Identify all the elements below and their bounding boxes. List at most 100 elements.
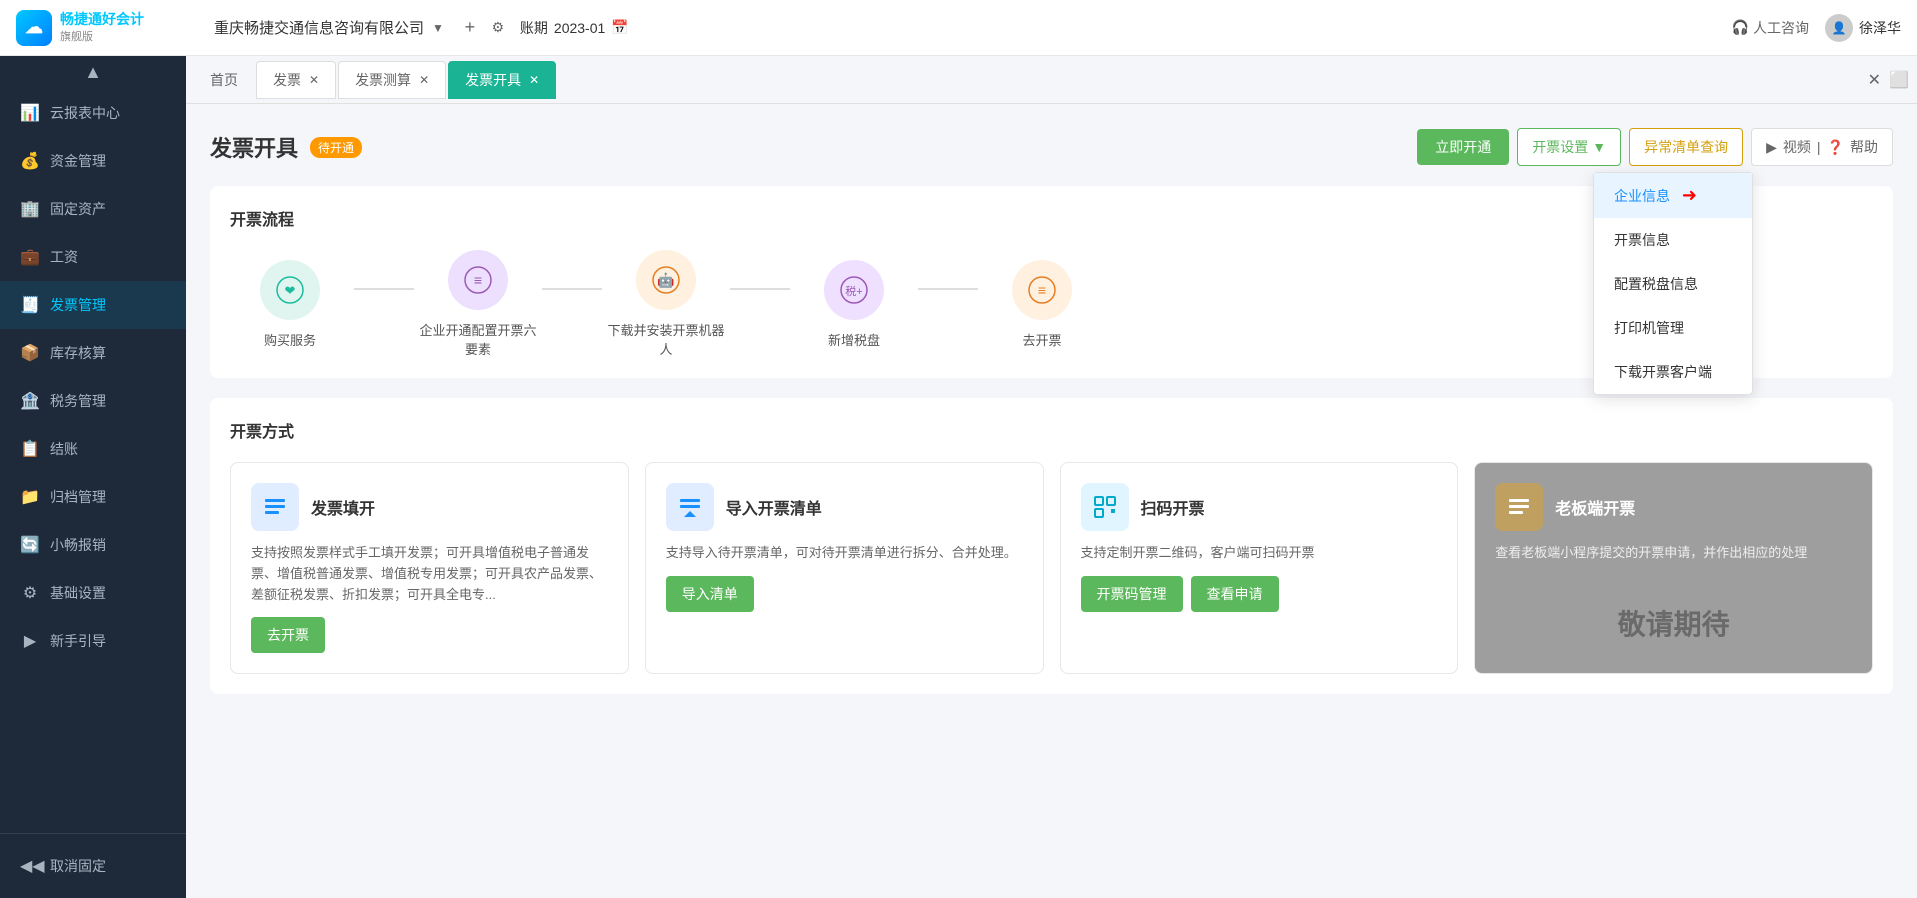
archive-icon: 📁 [20, 487, 40, 507]
workflow-label-3: 下载并安装开票机器人 [606, 320, 726, 358]
workflow-step-4: 税+ 新增税盘 [794, 260, 914, 349]
workflow-label-4: 新增税盘 [828, 330, 880, 349]
workflow-label-1: 购买服务 [264, 330, 316, 349]
tab-invoice-calc[interactable]: 发票测算 ✕ [338, 61, 446, 99]
checkout-icon: 📋 [20, 439, 40, 459]
sidebar-item-report[interactable]: 🔄 小畅报销 [0, 521, 186, 569]
tab-home[interactable]: 首页 [194, 62, 254, 98]
workflow-icon-1: ❤ [260, 260, 320, 320]
user-info[interactable]: 👤 徐泽华 [1825, 14, 1901, 42]
dropdown-item-printer[interactable]: 打印机管理 [1594, 306, 1752, 350]
tab-invoice[interactable]: 发票 ✕ [256, 61, 336, 99]
svg-text:税+: 税+ [845, 284, 862, 298]
sidebar-item-fixed-asset[interactable]: 🏢 固定资产 [0, 185, 186, 233]
import-invoice-button[interactable]: 导入清单 [666, 576, 754, 612]
video-help-button[interactable]: ▶ 视频 | ❓ 帮助 [1751, 128, 1893, 166]
period-display: 账期 2023-01 📅 [520, 18, 629, 38]
cloud-report-icon: 📊 [20, 103, 40, 123]
invoice-settings-dropdown: 企业信息 ➜ 开票信息 配置税盘信息 打印机管理 [1593, 172, 1753, 395]
payroll-icon: 💼 [20, 247, 40, 267]
fill-invoice-button[interactable]: 去开票 [251, 617, 325, 653]
workflow-step-5: ≡ 去开票 [982, 260, 1102, 349]
scan-invoice-icon [1081, 483, 1129, 531]
avatar: 👤 [1825, 14, 1853, 42]
sidebar-item-archive[interactable]: 📁 归档管理 [0, 473, 186, 521]
scan-invoice-desc: 支持定制开票二维码，客户端可扫码开票 [1081, 543, 1438, 564]
headset-icon: 🎧 [1732, 19, 1749, 36]
page-title: 发票开具 [210, 131, 298, 163]
svg-text:≡: ≡ [474, 272, 482, 288]
scan-invoice-apply-button[interactable]: 查看申请 [1191, 576, 1279, 612]
fill-invoice-desc: 支持按照发票样式手工填开发票；可开具增值税电子普通发票、增值税普通发票、增值税专… [251, 543, 608, 605]
import-invoice-title: 导入开票清单 [726, 495, 822, 519]
scan-invoice-code-button[interactable]: 开票码管理 [1081, 576, 1183, 612]
dropdown-item-invoice-info[interactable]: 开票信息 [1594, 218, 1752, 262]
invoice-icon: 🧾 [20, 295, 40, 315]
svg-text:≡: ≡ [1038, 282, 1046, 298]
sidebar-item-inventory[interactable]: 📦 库存核算 [0, 329, 186, 377]
sidebar-item-cloud-report[interactable]: 📊 云报表中心 [0, 89, 186, 137]
workflow-step-1: ❤ 购买服务 [230, 260, 350, 349]
fixed-asset-icon: 🏢 [20, 199, 40, 219]
sidebar-cancel-fixed[interactable]: ◀◀ 取消固定 [0, 842, 186, 890]
tab-invoice-issue[interactable]: 发票开具 ✕ [448, 61, 556, 99]
workflow-label-2: 企业开通配置开票六要素 [418, 320, 538, 358]
method-card-import: 导入开票清单 支持导入待开票清单，可对待开票清单进行拆分、合并处理。 导入清单 [645, 462, 1044, 674]
fund-icon: 💰 [20, 151, 40, 171]
import-invoice-desc: 支持导入待开票清单，可对待开票清单进行拆分、合并处理。 [666, 543, 1023, 564]
sidebar-item-fund[interactable]: 💰 资金管理 [0, 137, 186, 185]
workflow-step-3: 🤖 下载并安装开票机器人 [606, 250, 726, 358]
add-company-button[interactable]: + [456, 14, 484, 42]
company-name: 重庆畅捷交通信息咨询有限公司 [214, 17, 424, 38]
method-card-boss: 老板端开票 查看老板端小程序提交的开票申请，并作出相应的处理 敬请期待 [1474, 462, 1873, 674]
settings-icon[interactable]: ⚙ [484, 14, 512, 42]
workflow-icon-5: ≡ [1012, 260, 1072, 320]
tab-expand-icon[interactable]: ⬜ [1889, 70, 1909, 90]
abnormal-list-button[interactable]: 异常清单查询 [1629, 128, 1743, 166]
tab-close-invoice-issue[interactable]: ✕ [529, 73, 539, 87]
inventory-icon: 📦 [20, 343, 40, 363]
cancel-fixed-icon: ◀◀ [20, 856, 40, 876]
sidebar-item-settings[interactable]: ⚙ 基础设置 [0, 569, 186, 617]
workflow-icon-3: 🤖 [636, 250, 696, 310]
boss-invoice-title: 老板端开票 [1555, 495, 1635, 519]
svg-text:🤖: 🤖 [657, 272, 674, 289]
dropdown-arrow-icon: ▼ [1592, 139, 1606, 155]
overlay-text: 敬请期待 [1618, 609, 1730, 640]
chevron-down-icon: ▼ [432, 21, 444, 35]
tax-icon: 🏦 [20, 391, 40, 411]
boss-invoice-desc: 查看老板端小程序提交的开票申请，并作出相应的处理 [1495, 543, 1852, 564]
method-card-scan: 扫码开票 支持定制开票二维码，客户端可扫码开票 开票码管理 查看申请 [1060, 462, 1459, 674]
support-button[interactable]: 🎧 人工咨询 [1732, 18, 1809, 38]
fill-invoice-title: 发票填开 [311, 495, 375, 519]
sidebar-item-tax[interactable]: 🏦 税务管理 [0, 377, 186, 425]
company-selector[interactable]: 重庆畅捷交通信息咨询有限公司 ▼ [202, 17, 456, 38]
invoice-settings-button[interactable]: 开票设置 ▼ [1517, 128, 1621, 166]
sidebar-item-guide[interactable]: ▶ 新手引导 [0, 617, 186, 665]
tab-close-window-icon[interactable]: ✕ [1868, 70, 1881, 90]
method-card-fill: 发票填开 支持按照发票样式手工填开发票；可开具增值税电子普通发票、增值税普通发票… [230, 462, 629, 674]
svg-text:❤: ❤ [285, 283, 296, 298]
dropdown-item-tax-disk[interactable]: 配置税盘信息 [1594, 262, 1752, 306]
fill-invoice-icon [251, 483, 299, 531]
sidebar-item-checkout[interactable]: 📋 结账 [0, 425, 186, 473]
guide-icon: ▶ [20, 631, 40, 651]
app-logo-text: 畅捷通好会计 [60, 11, 144, 28]
scan-invoice-title: 扫码开票 [1141, 495, 1205, 519]
tab-close-invoice-calc[interactable]: ✕ [419, 73, 429, 87]
boss-invoice-icon [1495, 483, 1543, 531]
workflow-label-5: 去开票 [1022, 330, 1061, 349]
activate-button[interactable]: 立即开通 [1417, 129, 1509, 165]
sidebar-scroll-up[interactable]: ▲ [0, 56, 186, 89]
status-badge: 待开通 [310, 137, 362, 158]
sidebar-item-invoice[interactable]: 🧾 发票管理 [0, 281, 186, 329]
settings-sidebar-icon: ⚙ [20, 583, 40, 603]
boss-invoice-overlay: 敬请期待 [1475, 603, 1872, 643]
workflow-icon-2: ≡ [448, 250, 508, 310]
dropdown-item-company-info[interactable]: 企业信息 ➜ [1594, 173, 1752, 218]
tab-close-invoice[interactable]: ✕ [309, 73, 319, 87]
dropdown-item-download-client[interactable]: 下载开票客户端 [1594, 350, 1752, 394]
sidebar-item-payroll[interactable]: 💼 工资 [0, 233, 186, 281]
app-logo-icon: ☁ [16, 10, 52, 46]
play-icon: ▶ [1766, 139, 1777, 156]
